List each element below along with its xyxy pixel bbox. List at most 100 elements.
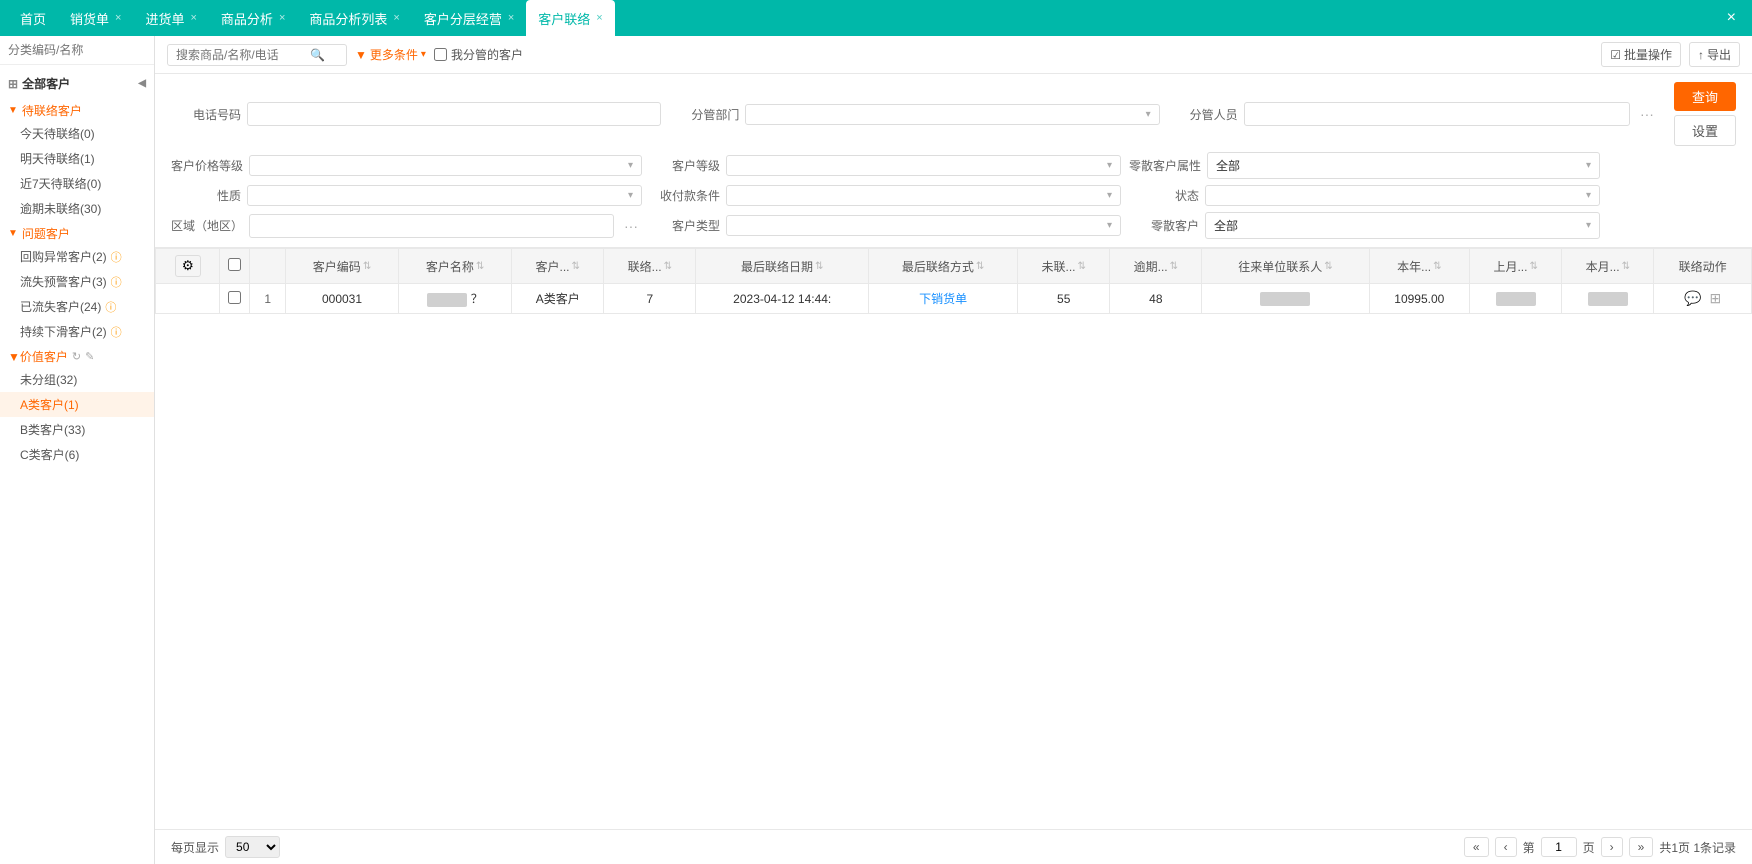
nav-customer-contact[interactable]: 客户联络 × — [526, 0, 614, 36]
sort-no-contact-icon[interactable]: ⇅ — [1078, 261, 1086, 272]
action-icons: 💬 ⊞ — [1662, 290, 1743, 307]
sidebar-item-today-pending[interactable]: 今天待联络(0) — [0, 121, 154, 146]
manager-dots-btn[interactable]: ··· — [1636, 106, 1658, 122]
nature-select[interactable]: ▾ — [247, 185, 642, 206]
action-buttons: ☑ 批量操作 ↑ 导出 — [1601, 42, 1740, 67]
sidebar-value-section[interactable]: ▼ 价值客户 ↻ ✎ — [0, 344, 154, 367]
sort-this-month-icon[interactable]: ⇅ — [1622, 261, 1630, 272]
sidebar-item-7day-pending[interactable]: 近7天待联络(0) — [0, 171, 154, 196]
customer-level-field: 客户等级 ▾ — [650, 155, 1121, 176]
adv-filter-row-4: 区域（地区） ··· 客户类型 ▾ 零散客户 全部 ▾ — [171, 212, 1736, 239]
last-page-btn[interactable]: » — [1629, 837, 1654, 857]
sidebar-problem-section[interactable]: ▼ 问题客户 — [0, 221, 154, 244]
close-product-analysis-list-tab[interactable]: × — [393, 12, 399, 24]
price-level-select[interactable]: ▾ — [249, 155, 642, 176]
sort-code-icon[interactable]: ⇅ — [363, 261, 371, 272]
close-customer-segment-tab[interactable]: × — [508, 12, 514, 24]
col-category: 客户... ⇅ — [512, 249, 604, 284]
nav-home[interactable]: 首页 — [8, 0, 58, 36]
sort-last-month-icon[interactable]: ⇅ — [1529, 261, 1537, 272]
sort-overdue-icon[interactable]: ⇅ — [1170, 261, 1178, 272]
customer-type-select[interactable]: ▾ — [726, 215, 1121, 236]
sidebar-search-input[interactable] — [8, 43, 155, 57]
table-header-row: ⚙ 客户编码 ⇅ — [156, 249, 1752, 284]
close-product-analysis-tab[interactable]: × — [279, 12, 285, 24]
sidebar-all-customers[interactable]: ⊞ 全部客户 ◀ — [0, 69, 154, 98]
sort-last-contact-date-icon[interactable]: ⇅ — [815, 261, 823, 272]
row-overdue-cell: 48 — [1110, 284, 1202, 314]
first-page-btn[interactable]: « — [1464, 837, 1489, 857]
sort-company-contact-icon[interactable]: ⇅ — [1324, 261, 1332, 272]
row-checkbox[interactable] — [228, 291, 241, 304]
filter-search-input[interactable] — [176, 48, 306, 62]
prev-page-btn[interactable]: ‹ — [1495, 837, 1517, 857]
batch-op-button[interactable]: ☑ 批量操作 — [1601, 42, 1681, 67]
action-more-icon[interactable]: ⊞ — [1710, 290, 1722, 307]
retail-attr-select[interactable]: 全部 ▾ — [1207, 152, 1600, 179]
region-dots-btn[interactable]: ··· — [620, 218, 642, 234]
sort-last-contact-method-icon[interactable]: ⇅ — [976, 261, 984, 272]
column-settings-btn[interactable]: ⚙ — [175, 255, 201, 277]
sidebar-item-churn-warning[interactable]: 流失预警客户(3) ⓘ — [0, 269, 154, 294]
sort-contact-count-icon[interactable]: ⇅ — [664, 261, 672, 272]
table-area: ⚙ 客户编码 ⇅ — [155, 248, 1752, 829]
col-gear: ⚙ — [156, 249, 220, 284]
sidebar-item-tomorrow-pending[interactable]: 明天待联络(1) — [0, 146, 154, 171]
sort-name-icon[interactable]: ⇅ — [476, 261, 484, 272]
nav-customer-segment[interactable]: 客户分层经营 × — [412, 0, 526, 36]
sidebar-item-declining[interactable]: 持续下滑客户(2) ⓘ — [0, 319, 154, 344]
dept-field: 分管部门 ▾ — [669, 104, 1159, 125]
region-input[interactable] — [249, 214, 614, 238]
retail-customer-select[interactable]: 全部 ▾ — [1205, 212, 1600, 239]
dept-select[interactable]: ▾ — [745, 104, 1159, 125]
query-button[interactable]: 查询 — [1674, 82, 1736, 111]
my-customers-checkbox[interactable] — [434, 48, 447, 61]
nav-purchase[interactable]: 进货单 × — [133, 0, 208, 36]
payment-select[interactable]: ▾ — [726, 185, 1121, 206]
phone-input[interactable] — [247, 102, 661, 126]
sidebar-item-class-b[interactable]: B类客户(33) — [0, 417, 154, 442]
export-button[interactable]: ↑ 导出 — [1689, 42, 1740, 67]
value-edit-icon[interactable]: ✎ — [85, 350, 94, 363]
price-level-caret-icon: ▾ — [628, 160, 633, 171]
status-select[interactable]: ▾ — [1205, 185, 1600, 206]
sidebar-item-class-c[interactable]: C类客户(6) — [0, 442, 154, 467]
sidebar-item-overdue-pending[interactable]: 逾期未联络(30) — [0, 196, 154, 221]
manager-input[interactable] — [1244, 102, 1630, 126]
price-level-field: 客户价格等级 ▾ — [171, 155, 642, 176]
filter-more-btn[interactable]: ▼ 更多条件 ▾ — [355, 46, 426, 63]
current-page-input[interactable] — [1541, 837, 1577, 857]
adv-filter-row-3: 性质 ▾ 收付款条件 ▾ 状态 — [171, 185, 1736, 206]
sort-category-icon[interactable]: ⇅ — [572, 261, 580, 272]
col-no-contact: 未联... ⇅ — [1018, 249, 1110, 284]
pending-arrow-icon: ▼ — [8, 105, 18, 116]
payment-field: 收付款条件 ▾ — [650, 185, 1121, 206]
filter-search-icon[interactable]: 🔍 — [310, 48, 325, 62]
close-purchase-tab[interactable]: × — [190, 12, 196, 24]
col-actions: 联络动作 — [1654, 249, 1752, 284]
nav-product-analysis[interactable]: 商品分析 × — [209, 0, 297, 36]
close-customer-contact-tab[interactable]: × — [596, 12, 602, 24]
page-size-select[interactable]: 50 100 200 — [225, 836, 280, 858]
sidebar-pending-section[interactable]: ▼ 待联络客户 — [0, 98, 154, 121]
nav-sales[interactable]: 销货单 × — [58, 0, 133, 36]
region-field: 区域（地区） ··· — [171, 214, 642, 238]
value-refresh-icon[interactable]: ↻ — [72, 350, 81, 363]
sidebar-item-class-a[interactable]: A类客户(1) — [0, 392, 154, 417]
sort-this-year-icon[interactable]: ⇅ — [1433, 261, 1441, 272]
customer-table: ⚙ 客户编码 ⇅ — [155, 248, 1752, 314]
row-last-contact-method-cell: 下销货单 — [869, 284, 1018, 314]
next-page-btn[interactable]: › — [1601, 837, 1623, 857]
customer-level-select[interactable]: ▾ — [726, 155, 1121, 176]
col-seq — [250, 249, 286, 284]
action-chat-icon[interactable]: 💬 — [1684, 290, 1701, 307]
settings-button[interactable]: 设置 — [1674, 115, 1736, 146]
app-close-button[interactable]: × — [1719, 5, 1744, 31]
sidebar-item-churned[interactable]: 已流失客户(24) ⓘ — [0, 294, 154, 319]
sidebar-item-unclassified[interactable]: 未分组(32) — [0, 367, 154, 392]
last-contact-method-link[interactable]: 下销货单 — [919, 292, 967, 306]
select-all-checkbox[interactable] — [228, 258, 241, 271]
sidebar-item-repurchase-abnormal[interactable]: 回购异常客户(2) ⓘ — [0, 244, 154, 269]
nav-product-analysis-list[interactable]: 商品分析列表 × — [297, 0, 411, 36]
close-sales-tab[interactable]: × — [115, 12, 121, 24]
